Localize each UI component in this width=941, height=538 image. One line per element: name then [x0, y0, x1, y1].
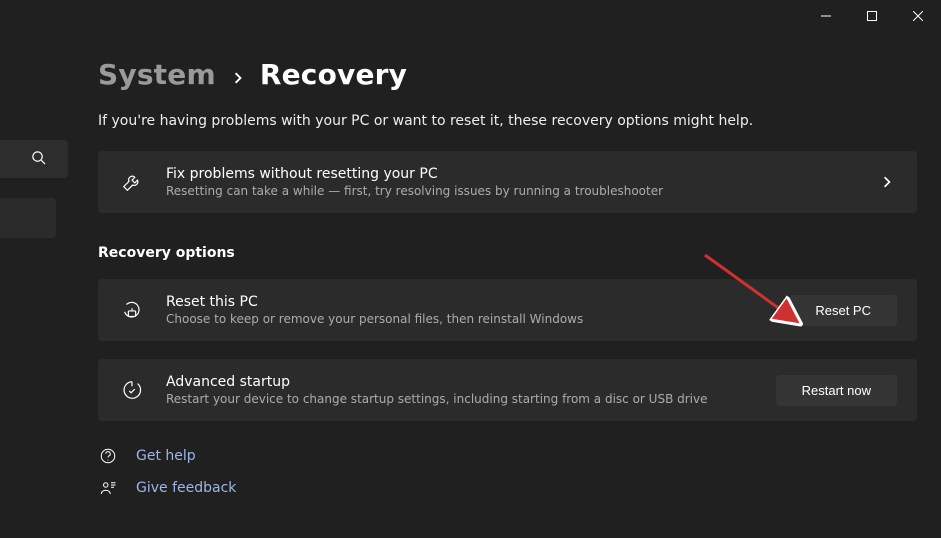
- reset-pc-card: Reset this PC Choose to keep or remove y…: [98, 279, 917, 341]
- feedback-icon: [98, 479, 118, 497]
- window-maximize-button[interactable]: [849, 0, 895, 32]
- troubleshoot-subtitle: Resetting can take a while — first, try …: [166, 184, 857, 198]
- help-icon: [98, 447, 118, 465]
- breadcrumb-parent[interactable]: System: [98, 58, 216, 91]
- reset-pc-title: Reset this PC: [166, 294, 769, 310]
- window-close-button[interactable]: [895, 0, 941, 32]
- page-description: If you're having problems with your PC o…: [98, 113, 917, 129]
- nav-item-selected[interactable]: [0, 198, 56, 238]
- chevron-right-icon: [232, 58, 244, 91]
- advanced-startup-title: Advanced startup: [166, 374, 756, 390]
- window-minimize-button[interactable]: [803, 0, 849, 32]
- page-title: Recovery: [260, 58, 407, 91]
- advanced-startup-subtitle: Restart your device to change startup se…: [166, 392, 756, 406]
- advanced-startup-card: Advanced startup Restart your device to …: [98, 359, 917, 421]
- troubleshoot-card[interactable]: Fix problems without resetting your PC R…: [98, 151, 917, 213]
- search-icon: [31, 150, 46, 169]
- advanced-startup-icon: [118, 379, 146, 401]
- breadcrumb: System Recovery: [98, 58, 917, 91]
- give-feedback-link[interactable]: Give feedback: [136, 480, 236, 496]
- recovery-options-heading: Recovery options: [98, 245, 917, 261]
- reset-pc-subtitle: Choose to keep or remove your personal f…: [166, 312, 769, 326]
- restart-now-button[interactable]: Restart now: [776, 375, 897, 406]
- reset-pc-icon: [118, 299, 146, 321]
- troubleshoot-title: Fix problems without resetting your PC: [166, 166, 857, 182]
- wrench-icon: [118, 171, 146, 193]
- get-help-link[interactable]: Get help: [136, 448, 196, 464]
- search-input[interactable]: [0, 140, 68, 178]
- window-titlebar: [803, 0, 941, 32]
- chevron-right-icon: [877, 176, 897, 188]
- reset-pc-button[interactable]: Reset PC: [789, 295, 897, 326]
